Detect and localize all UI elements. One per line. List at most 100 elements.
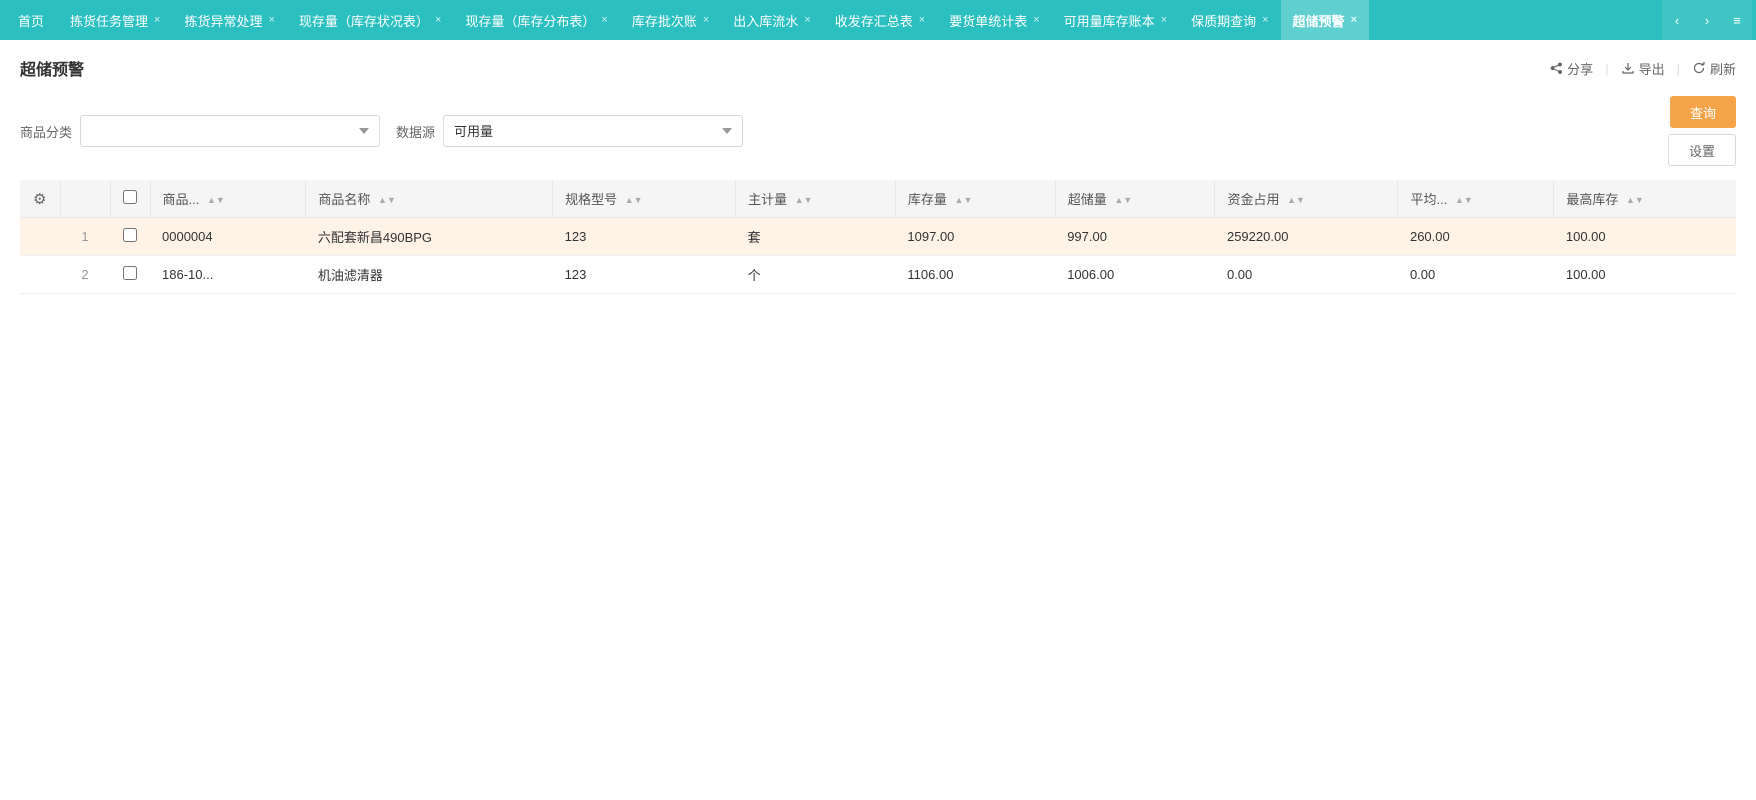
col-header-capital[interactable]: 资金占用 ▲▼ (1215, 180, 1398, 218)
category-select[interactable] (80, 115, 380, 147)
tab-6[interactable]: 出入库流水 × (721, 0, 822, 40)
nav-next-button[interactable]: › (1692, 0, 1722, 40)
nav-more-button[interactable]: ≡ (1722, 0, 1752, 40)
close-tab-7[interactable]: × (919, 14, 925, 26)
row-max-0: 100.00 (1554, 218, 1736, 256)
nav-home[interactable]: 首页 (4, 0, 58, 40)
close-tab-4[interactable]: × (601, 14, 607, 26)
top-navigation: 首页 拣货任务管理 × 拣货异常处理 × 现存量（库存状况表） × 现存量（库存… (0, 0, 1756, 40)
data-table: ⚙ 商品... ▲▼ 商品名称 ▲▼ 规格型号 ▲▼ (20, 180, 1736, 294)
row-product-code-1: 186-10... (150, 256, 306, 294)
row-capital-0: 259220.00 (1215, 218, 1398, 256)
row-avg-1: 0.00 (1398, 256, 1554, 294)
datasource-filter: 数据源 可用量 (396, 115, 743, 147)
nav-prev-button[interactable]: ‹ (1662, 0, 1692, 40)
tab-7[interactable]: 收发存汇总表 × (823, 0, 937, 40)
sort-stock: ▲▼ (955, 196, 973, 205)
row-overstock-0: 997.00 (1055, 218, 1215, 256)
datasource-select[interactable]: 可用量 (443, 115, 743, 147)
row-avg-0: 260.00 (1398, 218, 1554, 256)
row-max-1: 100.00 (1554, 256, 1736, 294)
tab-4[interactable]: 现存量（库存分布表） × (453, 0, 619, 40)
close-tab-5[interactable]: × (703, 14, 709, 26)
row-spec-0: 123 (553, 218, 736, 256)
tab-5[interactable]: 库存批次账 × (620, 0, 721, 40)
tab-3[interactable]: 现存量（库存状况表） × (287, 0, 453, 40)
close-tab-9[interactable]: × (1161, 14, 1167, 26)
sort-product-name: ▲▼ (378, 196, 396, 205)
query-button[interactable]: 查询 (1670, 96, 1736, 128)
sort-avg: ▲▼ (1455, 196, 1473, 205)
row-stock-0: 1097.00 (895, 218, 1055, 256)
row-unit-1: 个 (736, 256, 896, 294)
row-checkbox-1[interactable] (110, 256, 150, 294)
share-button[interactable]: 分享 (1549, 59, 1593, 78)
row-settings-1 (20, 256, 60, 294)
row-product-code-0: 0000004 (150, 218, 306, 256)
row-settings-0 (20, 218, 60, 256)
col-header-max[interactable]: 最高库存 ▲▼ (1554, 180, 1736, 218)
export-button[interactable]: 导出 (1621, 59, 1665, 78)
row-overstock-1: 1006.00 (1055, 256, 1215, 294)
close-tab-1[interactable]: × (154, 14, 160, 26)
setting-button[interactable]: 设置 (1668, 134, 1736, 166)
table-header-row: ⚙ 商品... ▲▼ 商品名称 ▲▼ 规格型号 ▲▼ (20, 180, 1736, 218)
row-spec-1: 123 (553, 256, 736, 294)
tab-11[interactable]: 超储预警 × (1281, 0, 1369, 40)
row-stock-1: 1106.00 (895, 256, 1055, 294)
share-icon (1549, 61, 1563, 75)
header-actions: 分享 | 导出 | 刷新 (1549, 59, 1736, 78)
header-divider2: | (1677, 61, 1680, 76)
tab-8[interactable]: 要货单统计表 × (937, 0, 1051, 40)
tab-2[interactable]: 拣货异常处理 × (172, 0, 286, 40)
row-product-name-1: 机油滤清器 (306, 256, 553, 294)
filter-bar: 商品分类 数据源 可用量 查询 设置 (20, 96, 1736, 166)
sort-max: ▲▼ (1626, 196, 1644, 205)
category-filter: 商品分类 (20, 115, 380, 147)
col-header-settings[interactable]: ⚙ (20, 180, 60, 218)
col-header-avg[interactable]: 平均... ▲▼ (1398, 180, 1554, 218)
page-container: 超储预警 分享 | 导出 | 刷新 (0, 40, 1756, 800)
row-index-0: 1 (60, 218, 110, 256)
col-header-checkbox[interactable] (110, 180, 150, 218)
row-select-checkbox-0[interactable] (123, 228, 137, 242)
row-unit-0: 套 (736, 218, 896, 256)
close-tab-11[interactable]: × (1351, 14, 1357, 26)
page-title: 超储预警 (20, 56, 84, 80)
col-header-unit[interactable]: 主计量 ▲▼ (736, 180, 896, 218)
col-header-spec[interactable]: 规格型号 ▲▼ (553, 180, 736, 218)
close-tab-6[interactable]: × (804, 14, 810, 26)
tab-9[interactable]: 可用量库存账本 × (1052, 0, 1179, 40)
row-index-1: 2 (60, 256, 110, 294)
settings-gear-icon[interactable]: ⚙ (33, 191, 46, 208)
close-tab-3[interactable]: × (435, 14, 441, 26)
category-label: 商品分类 (20, 122, 72, 141)
close-tab-10[interactable]: × (1262, 14, 1268, 26)
header-divider1: | (1605, 61, 1608, 76)
page-header: 超储预警 分享 | 导出 | 刷新 (20, 56, 1736, 80)
row-product-name-0: 六配套新昌490BPG (306, 218, 553, 256)
sort-capital: ▲▼ (1287, 196, 1305, 205)
tab-10[interactable]: 保质期查询 × (1179, 0, 1280, 40)
tab-1[interactable]: 拣货任务管理 × (58, 0, 172, 40)
sort-unit: ▲▼ (795, 196, 813, 205)
row-checkbox-0[interactable] (110, 218, 150, 256)
table-row: 1 0000004 六配套新昌490BPG 123 套 1097.00 997.… (20, 218, 1736, 256)
sort-product-code: ▲▼ (207, 196, 225, 205)
table-row: 2 186-10... 机油滤清器 123 个 1106.00 1006.00 … (20, 256, 1736, 294)
sort-spec: ▲▼ (625, 196, 643, 205)
close-tab-8[interactable]: × (1033, 14, 1039, 26)
export-icon (1621, 61, 1635, 75)
close-tab-2[interactable]: × (268, 14, 274, 26)
col-header-overstock[interactable]: 超储量 ▲▼ (1055, 180, 1215, 218)
refresh-button[interactable]: 刷新 (1692, 59, 1736, 78)
datasource-label: 数据源 (396, 122, 435, 141)
select-all-checkbox[interactable] (123, 190, 137, 204)
col-header-product-code[interactable]: 商品... ▲▼ (150, 180, 306, 218)
col-header-product-name[interactable]: 商品名称 ▲▼ (306, 180, 553, 218)
row-capital-1: 0.00 (1215, 256, 1398, 294)
row-select-checkbox-1[interactable] (123, 266, 137, 280)
col-header-index (60, 180, 110, 218)
refresh-icon (1692, 61, 1706, 75)
col-header-stock[interactable]: 库存量 ▲▼ (895, 180, 1055, 218)
